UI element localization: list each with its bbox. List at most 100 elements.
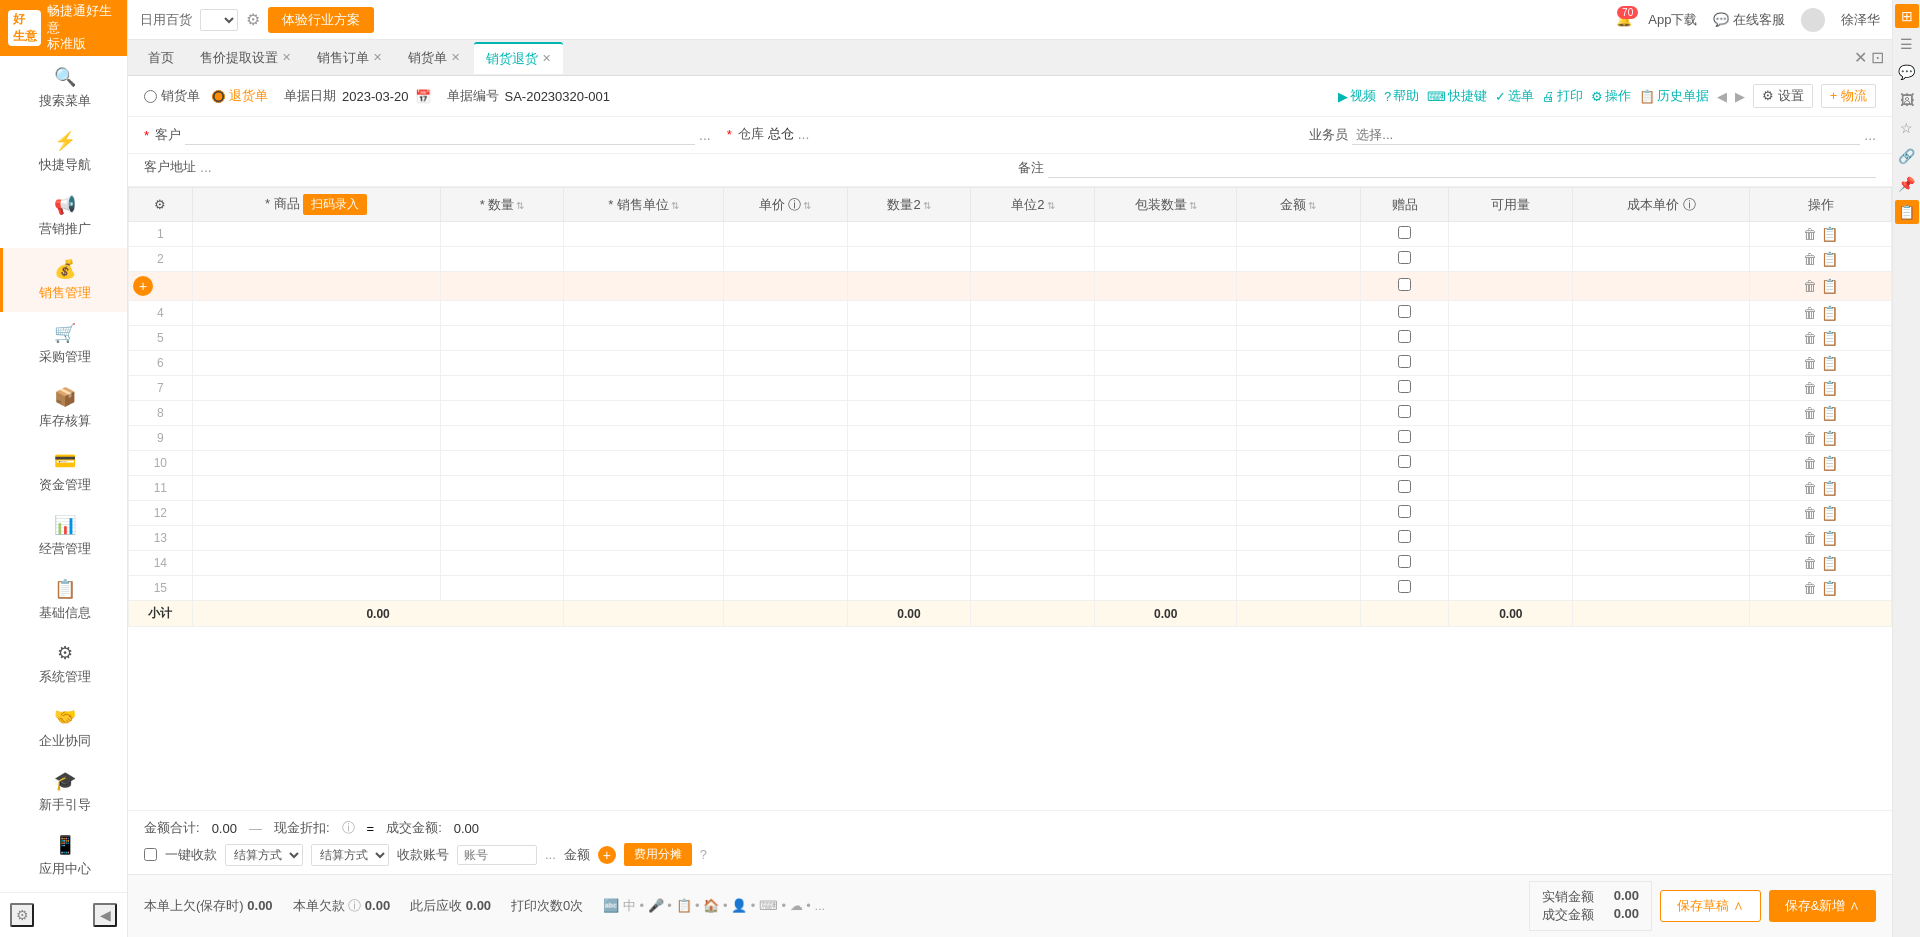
- select-doc-link[interactable]: ✓ 选单: [1495, 87, 1534, 105]
- account-input[interactable]: [457, 845, 537, 865]
- amount-cell[interactable]: [1236, 247, 1360, 272]
- amount-cell[interactable]: [1236, 272, 1360, 301]
- qty-cell[interactable]: [440, 551, 564, 576]
- price-cell[interactable]: [723, 401, 847, 426]
- calculation-method-select[interactable]: 结算方式: [311, 844, 389, 866]
- gift-cell[interactable]: [1360, 501, 1449, 526]
- sort-icon-unit[interactable]: ⇅: [671, 200, 679, 211]
- sidebar-item-1[interactable]: ⚡快捷导航: [0, 120, 127, 184]
- delete-row-btn[interactable]: 🗑: [1803, 380, 1817, 396]
- pack-qty-cell[interactable]: [1095, 426, 1237, 451]
- gift-cell[interactable]: [1360, 401, 1449, 426]
- price-cell[interactable]: [723, 476, 847, 501]
- gift-checkbox[interactable]: [1398, 355, 1411, 368]
- unit2-cell[interactable]: [971, 526, 1095, 551]
- unit2-cell[interactable]: [971, 376, 1095, 401]
- gift-cell[interactable]: [1360, 551, 1449, 576]
- pack-qty-cell[interactable]: [1095, 526, 1237, 551]
- unit-cell[interactable]: [564, 426, 723, 451]
- gift-checkbox[interactable]: [1398, 226, 1411, 239]
- price-cell[interactable]: [723, 526, 847, 551]
- copy-row-btn[interactable]: 📋: [1821, 430, 1838, 446]
- settlement-method-select[interactable]: 结算方式: [225, 844, 303, 866]
- available-cell[interactable]: [1449, 551, 1573, 576]
- add-account-btn[interactable]: +: [598, 846, 616, 864]
- salesperson-dots[interactable]: ...: [1864, 127, 1876, 143]
- sidebar-item-8[interactable]: 📋基础信息: [0, 568, 127, 632]
- copy-row-btn[interactable]: 📋: [1821, 380, 1838, 396]
- sort-icon-pack_qty[interactable]: ⇅: [1189, 200, 1197, 211]
- qty2-cell[interactable]: [847, 551, 971, 576]
- unit2-cell[interactable]: [971, 247, 1095, 272]
- tab-close-4[interactable]: ✕: [542, 52, 551, 65]
- qty2-cell[interactable]: [847, 476, 971, 501]
- settings-col-icon[interactable]: ⚙: [154, 197, 166, 212]
- radio-sale[interactable]: 销货单: [144, 87, 200, 105]
- tab-2[interactable]: 销售订单✕: [305, 43, 394, 73]
- unit2-cell[interactable]: [971, 551, 1095, 576]
- available-cell[interactable]: [1449, 526, 1573, 551]
- unit2-cell[interactable]: [971, 476, 1095, 501]
- shortcut-link[interactable]: ⌨ 快捷键: [1427, 87, 1487, 105]
- amount-cell[interactable]: [1236, 451, 1360, 476]
- close-window-btn[interactable]: ✕: [1854, 48, 1867, 67]
- cost-price-cell[interactable]: [1573, 301, 1750, 326]
- delete-row-btn[interactable]: 🗑: [1803, 355, 1817, 371]
- copy-row-btn[interactable]: 📋: [1821, 330, 1838, 346]
- cost-price-cell[interactable]: [1573, 551, 1750, 576]
- sidebar-item-5[interactable]: 📦库存核算: [0, 376, 127, 440]
- gift-checkbox[interactable]: [1398, 505, 1411, 518]
- gift-checkbox[interactable]: [1398, 480, 1411, 493]
- price-cell[interactable]: [723, 376, 847, 401]
- available-cell[interactable]: [1449, 301, 1573, 326]
- rp-star-icon[interactable]: ☆: [1895, 116, 1919, 140]
- experience-btn[interactable]: 体验行业方案: [268, 7, 374, 33]
- available-cell[interactable]: [1449, 426, 1573, 451]
- product-cell[interactable]: [192, 451, 440, 476]
- qty2-cell[interactable]: [847, 351, 971, 376]
- amount-cell[interactable]: [1236, 501, 1360, 526]
- cost-price-cell[interactable]: [1573, 426, 1750, 451]
- delete-row-btn[interactable]: 🗑: [1803, 305, 1817, 321]
- price-cell[interactable]: [723, 351, 847, 376]
- unit-cell[interactable]: [564, 272, 723, 301]
- gift-cell[interactable]: [1360, 301, 1449, 326]
- gift-cell[interactable]: [1360, 451, 1449, 476]
- unit2-cell[interactable]: [971, 501, 1095, 526]
- qty2-cell[interactable]: [847, 451, 971, 476]
- amount-cell[interactable]: [1236, 526, 1360, 551]
- collapse-sidebar-btn[interactable]: ◀: [93, 903, 117, 927]
- qty-cell[interactable]: [440, 526, 564, 551]
- gift-checkbox[interactable]: [1398, 278, 1411, 291]
- pack-qty-cell[interactable]: [1095, 272, 1237, 301]
- gift-checkbox[interactable]: [1398, 251, 1411, 264]
- available-cell[interactable]: [1449, 351, 1573, 376]
- pack-qty-cell[interactable]: [1095, 401, 1237, 426]
- available-cell[interactable]: [1449, 476, 1573, 501]
- qty-cell[interactable]: [440, 426, 564, 451]
- rp-grid-icon[interactable]: ⊞: [1895, 4, 1919, 28]
- gift-cell[interactable]: [1360, 222, 1449, 247]
- maximize-window-btn[interactable]: ⊡: [1871, 48, 1884, 67]
- product-cell[interactable]: [192, 301, 440, 326]
- delete-row-btn[interactable]: 🗑: [1803, 555, 1817, 571]
- product-cell[interactable]: [192, 222, 440, 247]
- qty-cell[interactable]: [440, 401, 564, 426]
- qty2-cell[interactable]: [847, 501, 971, 526]
- prev-doc-btn[interactable]: ◀: [1717, 89, 1727, 104]
- module-select[interactable]: [200, 9, 238, 31]
- unit-cell[interactable]: [564, 301, 723, 326]
- amount-cell[interactable]: [1236, 222, 1360, 247]
- delete-row-btn[interactable]: 🗑: [1803, 330, 1817, 346]
- sort-icon-amount[interactable]: ⇅: [1308, 200, 1316, 211]
- copy-row-btn[interactable]: 📋: [1821, 251, 1838, 267]
- cost-price-cell[interactable]: [1573, 351, 1750, 376]
- amount-cell[interactable]: [1236, 301, 1360, 326]
- delete-row-btn[interactable]: 🗑: [1803, 580, 1817, 596]
- customer-input[interactable]: [185, 125, 695, 145]
- unit-cell[interactable]: [564, 526, 723, 551]
- delete-row-btn[interactable]: 🗑: [1803, 430, 1817, 446]
- unit-cell[interactable]: [564, 376, 723, 401]
- qty2-cell[interactable]: [847, 576, 971, 601]
- sidebar-item-10[interactable]: 🤝企业协同: [0, 696, 127, 760]
